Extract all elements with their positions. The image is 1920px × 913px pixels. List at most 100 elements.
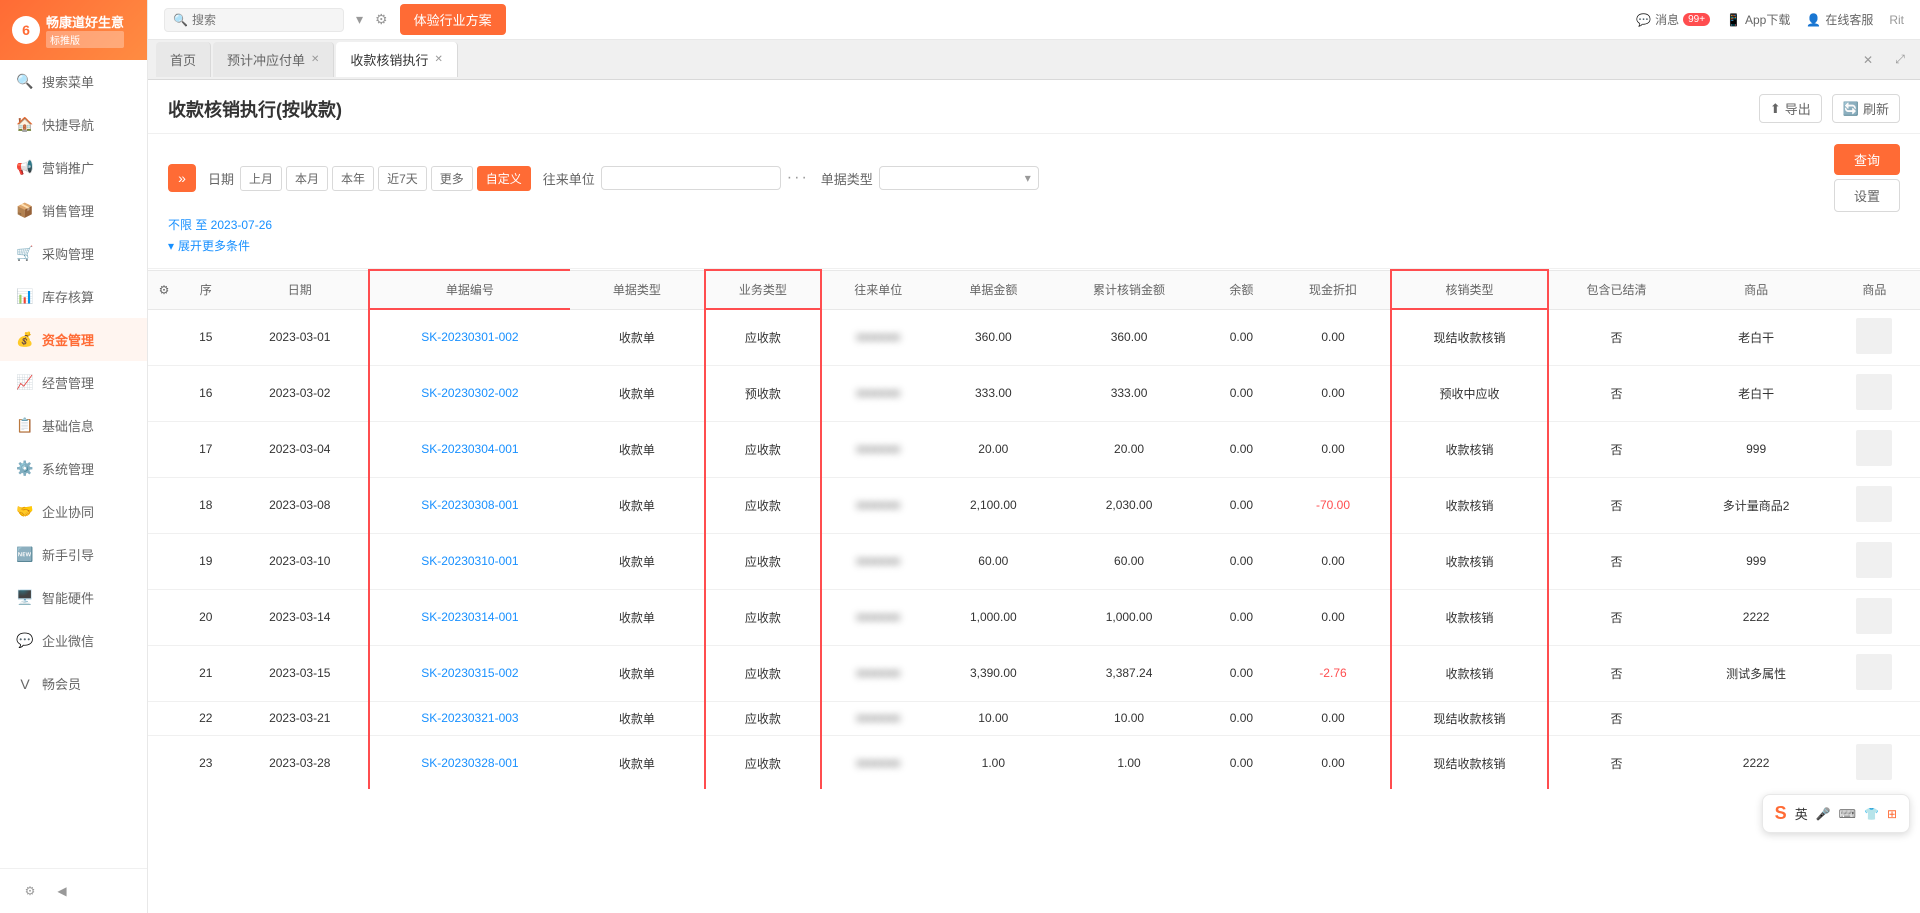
cell-no: 15 <box>180 309 232 365</box>
sidebar-icon-enterprise: 🤝 <box>16 503 34 520</box>
search-input[interactable] <box>192 13 312 27</box>
sidebar-item-search[interactable]: 🔍搜索菜单 <box>0 60 147 103</box>
cell-partner: ■■■■■■ <box>821 533 935 589</box>
cell-cash-discount: 0.00 <box>1276 309 1390 365</box>
filter-query-btn[interactable]: 查询 <box>1834 144 1900 175</box>
th-product-img: 商品 <box>1829 270 1920 309</box>
cell-total-cancel: 10.00 <box>1052 701 1206 735</box>
tabbar-controls: ✕ ⤢ <box>1856 48 1912 72</box>
doc-no-link[interactable]: SK-20230301-002 <box>421 330 518 344</box>
filter-settings-btn[interactable]: 设置 <box>1834 179 1900 212</box>
cell-amount: 360.00 <box>935 309 1052 365</box>
cell-doc-type: 收款单 <box>570 735 705 789</box>
cell-doc-no: SK-20230301-002 <box>369 309 570 365</box>
cell-no: 19 <box>180 533 232 589</box>
filter-7days-btn[interactable]: 近7天 <box>378 166 427 191</box>
cell-product: 2222 <box>1684 735 1829 789</box>
table-row: 17 2023-03-04 SK-20230304-001 收款单 应收款 ■■… <box>148 421 1920 477</box>
sidebar-item-inventory[interactable]: 📊库存核算 <box>0 275 147 318</box>
settings-bottom-btn[interactable]: ⚙ <box>16 877 44 905</box>
refresh-btn[interactable]: 🔄 刷新 <box>1832 94 1900 123</box>
keyboard-icon[interactable]: ⌨ <box>1839 807 1856 821</box>
filter-doctype-select[interactable] <box>879 166 1039 190</box>
cell-no: 20 <box>180 589 232 645</box>
sidebar-item-wechat[interactable]: 💬企业微信 <box>0 619 147 662</box>
sidebar-item-hardware[interactable]: 🖥️智能硬件 <box>0 576 147 619</box>
sidebar-item-enterprise[interactable]: 🤝 企业协同 <box>0 490 147 533</box>
filter-more-btn[interactable]: 更多 <box>431 166 473 191</box>
cell-product: 2222 <box>1684 589 1829 645</box>
cell-settings <box>148 701 180 735</box>
topbar-search-box[interactable]: 🔍 <box>164 8 344 32</box>
cell-doc-no: SK-20230321-003 <box>369 701 570 735</box>
cell-product-img <box>1829 589 1920 645</box>
doc-no-link[interactable]: SK-20230328-001 <box>421 756 518 770</box>
tab-collection[interactable]: 收款核销执行 ✕ <box>336 42 457 77</box>
filter-dots: ··· <box>787 169 809 187</box>
filter-this-month-btn[interactable]: 本月 <box>286 166 328 191</box>
tab-maximize-btn[interactable]: ⤢ <box>1888 48 1912 72</box>
app-download-btn[interactable]: 📱 App下载 <box>1726 11 1790 28</box>
collapse-btn[interactable]: ◀ <box>48 877 76 905</box>
tab-close-all-btn[interactable]: ✕ <box>1856 48 1880 72</box>
filter-collapse-btn[interactable]: » <box>168 164 196 192</box>
cell-partner: ■■■■■■ <box>821 589 935 645</box>
sidebar-item-shortcut[interactable]: 🏠快捷导航 <box>0 103 147 146</box>
th-balance: 余额 <box>1206 270 1276 309</box>
cell-total-cancel: 3,387.24 <box>1052 645 1206 701</box>
cell-include-settled: 否 <box>1548 589 1683 645</box>
cell-product: 测试多属性 <box>1684 645 1829 701</box>
topbar-chevron-icon[interactable]: ▾ <box>356 11 363 28</box>
doc-no-link[interactable]: SK-20230304-001 <box>421 442 518 456</box>
sidebar-item-purchase[interactable]: 🛒采购管理 <box>0 232 147 275</box>
topbar-gear-icon[interactable]: ⚙ <box>375 11 388 28</box>
th-settings[interactable]: ⚙ <box>148 270 180 309</box>
industry-solution-btn[interactable]: 体验行业方案 <box>400 4 506 35</box>
sidebar-item-marketing[interactable]: 📢营销推广 <box>0 146 147 189</box>
doc-no-link[interactable]: SK-20230314-001 <box>421 610 518 624</box>
cell-balance: 0.00 <box>1206 589 1276 645</box>
doc-no-link[interactable]: SK-20230308-001 <box>421 498 518 512</box>
sidebar-item-guide[interactable]: 🆕新手引导 <box>0 533 147 576</box>
cell-doc-no: SK-20230310-001 <box>369 533 570 589</box>
messages-btn[interactable]: 💬 消息 99+ <box>1636 11 1710 28</box>
cell-settings <box>148 365 180 421</box>
filter-last-month-btn[interactable]: 上月 <box>240 166 282 191</box>
tab-prepay[interactable]: 预计冲应付单 ✕ <box>213 42 334 77</box>
service-icon: 👤 <box>1806 13 1821 27</box>
sidebar-item-capital[interactable]: 💰资金管理 <box>0 318 147 361</box>
doc-no-link[interactable]: SK-20230310-001 <box>421 554 518 568</box>
filter-this-year-btn[interactable]: 本年 <box>332 166 374 191</box>
cell-product-img <box>1829 365 1920 421</box>
sidebar-icon-inventory: 📊 <box>16 288 34 305</box>
cell-amount: 10.00 <box>935 701 1052 735</box>
sidebar-item-sales[interactable]: 📦销售管理 <box>0 189 147 232</box>
export-btn[interactable]: ⬆ 导出 <box>1759 94 1822 123</box>
search-icon: 🔍 <box>173 13 188 27</box>
doc-no-link[interactable]: SK-20230315-002 <box>421 666 518 680</box>
doc-no-link[interactable]: SK-20230321-003 <box>421 711 518 725</box>
sidebar-item-basic[interactable]: 📋基础信息 <box>0 404 147 447</box>
mic-icon[interactable]: 🎤 <box>1816 807 1831 821</box>
tab-home[interactable]: 首页 <box>156 42 211 77</box>
sidebar-item-operation[interactable]: 📈经营管理 <box>0 361 147 404</box>
cell-total-cancel: 2,030.00 <box>1052 477 1206 533</box>
sidebar-label-enterprise: 企业协同 <box>42 502 94 521</box>
doc-no-link[interactable]: SK-20230302-002 <box>421 386 518 400</box>
cell-doc-type: 收款单 <box>570 645 705 701</box>
sidebar-icon-search: 🔍 <box>16 73 34 90</box>
filter-custom-btn[interactable]: 自定义 <box>477 166 531 191</box>
filter-bar: » 日期 上月 本月 本年 近7天 更多 自定义 往来单位 <box>148 134 1920 269</box>
th-amount: 单据金额 <box>935 270 1052 309</box>
filter-partner-input[interactable] <box>601 166 781 190</box>
filter-expand-btn[interactable]: ▾ 展开更多条件 <box>168 233 1900 258</box>
tab-collection-close[interactable]: ✕ <box>434 54 442 65</box>
cell-product-img <box>1829 735 1920 789</box>
cell-settings <box>148 421 180 477</box>
app-logo: 6 畅康道好生意 标推版 <box>0 0 147 60</box>
sidebar-item-member[interactable]: V畅会员 <box>0 662 147 705</box>
tab-prepay-close[interactable]: ✕ <box>311 54 319 65</box>
sidebar-item-system[interactable]: ⚙️系统管理 <box>0 447 147 490</box>
online-service-btn[interactable]: 👤 在线客服 <box>1806 11 1873 28</box>
cell-balance: 0.00 <box>1206 533 1276 589</box>
